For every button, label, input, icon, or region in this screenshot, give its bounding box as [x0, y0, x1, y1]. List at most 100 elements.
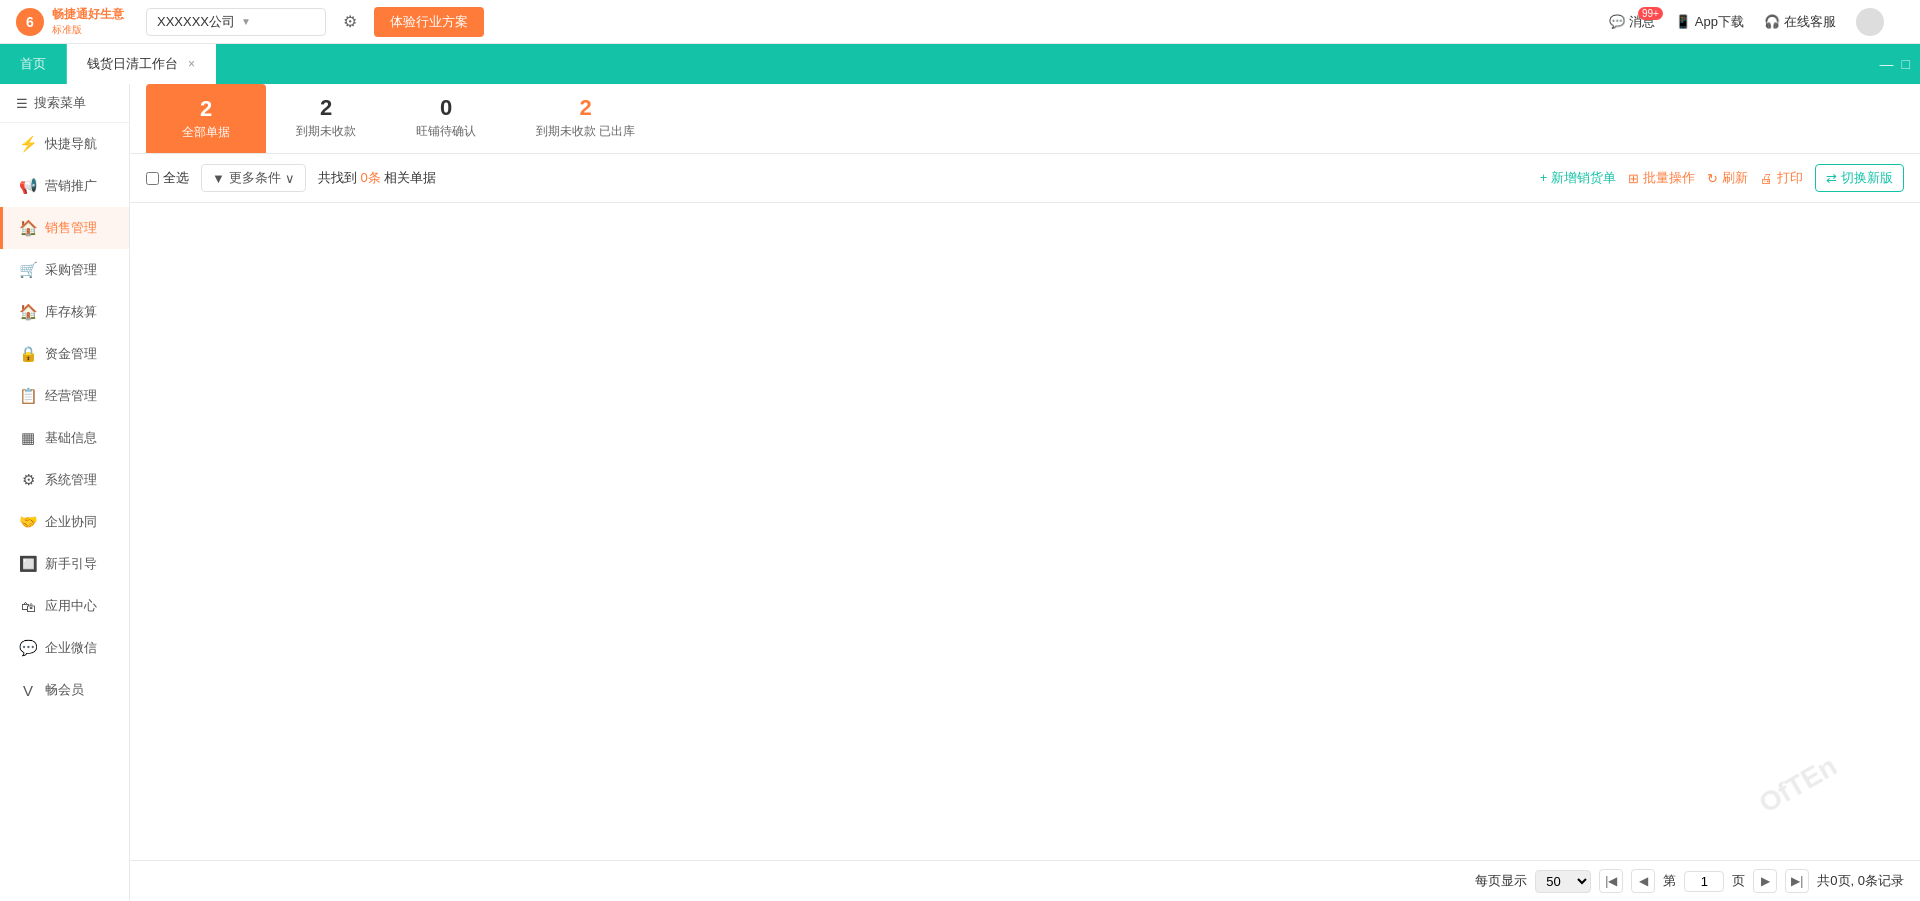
experience-btn[interactable]: 体验行业方案 [374, 7, 484, 37]
enterprise-icon: 🤝 [19, 513, 37, 531]
logo-title: 畅捷通好生意 [52, 6, 124, 23]
switch-label: 切换新版 [1841, 169, 1893, 187]
app-download-action[interactable]: 📱 App下载 [1675, 13, 1744, 31]
stat-unshipped-count: 2 [580, 95, 592, 121]
tab-active[interactable]: 钱货日清工作台 × [67, 44, 216, 84]
sidebar-item-operations[interactable]: 📋 经营管理 [0, 375, 129, 417]
wechat-icon: 💬 [19, 639, 37, 657]
system-label: 系统管理 [45, 471, 97, 489]
inventory-label: 库存核算 [45, 303, 97, 321]
select-all-label: 全选 [163, 169, 189, 187]
operations-label: 经营管理 [45, 387, 97, 405]
print-label: 打印 [1777, 169, 1803, 187]
marketing-icon: 📢 [19, 177, 37, 195]
stat-wangpu-count: 0 [440, 95, 452, 121]
fund-icon: 🔒 [19, 345, 37, 363]
online-service-action[interactable]: 🎧 在线客服 [1764, 13, 1836, 31]
select-all-checkbox[interactable]: 全选 [146, 169, 189, 187]
tab-minimize-btn[interactable]: — [1880, 56, 1894, 72]
tab-active-label: 钱货日清工作台 [87, 55, 178, 73]
next-page-btn[interactable]: ▶ [1753, 869, 1777, 893]
company-selector[interactable]: XXXXXX公司 ▼ [146, 8, 326, 36]
settings-button[interactable]: ⚙ [334, 6, 366, 38]
sidebar-item-quick-nav[interactable]: ⚡ 快捷导航 [0, 123, 129, 165]
enterprise-label: 企业协同 [45, 513, 97, 531]
search-icon: ☰ [16, 96, 28, 111]
print-btn[interactable]: 🖨 打印 [1760, 169, 1803, 187]
member-icon: V [19, 681, 37, 699]
tab-home[interactable]: 首页 [0, 44, 67, 84]
tab-close-icon[interactable]: × [188, 57, 195, 71]
table-area [130, 203, 1920, 860]
purchase-icon: 🛒 [19, 261, 37, 279]
top-header: 6 畅捷通好生意 标准版 XXXXXX公司 ▼ ⚙ 体验行业方案 💬 消息 99… [0, 0, 1920, 44]
app-center-icon: 🛍 [19, 597, 37, 615]
message-action[interactable]: 💬 消息 99+ [1609, 13, 1655, 31]
quick-nav-icon: ⚡ [19, 135, 37, 153]
sidebar-item-search[interactable]: ☰ 搜索菜单 [0, 84, 129, 123]
purchase-label: 采购管理 [45, 261, 97, 279]
stat-tab-all[interactable]: 2 全部单据 [146, 84, 266, 153]
user-avatar[interactable] [1856, 8, 1884, 36]
sidebar-item-member[interactable]: V 畅会员 [0, 669, 129, 711]
sales-icon: 🏠 [19, 219, 37, 237]
batch-op-btn[interactable]: ⊞ 批量操作 [1628, 169, 1695, 187]
sidebar-item-marketing[interactable]: 📢 营销推广 [0, 165, 129, 207]
fund-label: 资金管理 [45, 345, 97, 363]
stat-overdue-label: 到期未收款 [296, 123, 356, 140]
stat-all-count: 2 [200, 96, 212, 122]
toolbar: 全选 ▼ 更多条件 ∨ 共找到 0条 相关单据 + 新增销货单 ⊞ 批量操作 ↻ [130, 154, 1920, 203]
sidebar-item-app-center[interactable]: 🛍 应用中心 [0, 585, 129, 627]
stat-tab-overdue[interactable]: 2 到期未收款 [266, 84, 386, 153]
logo-text-block: 畅捷通好生意 标准版 [52, 6, 124, 37]
batch-label: 批量操作 [1643, 169, 1695, 187]
last-page-btn[interactable]: ▶| [1785, 869, 1809, 893]
sidebar-item-basics[interactable]: ▦ 基础信息 [0, 417, 129, 459]
message-icon: 💬 [1609, 14, 1625, 29]
sidebar-item-enterprise[interactable]: 🤝 企业协同 [0, 501, 129, 543]
sidebar-item-system[interactable]: ⚙ 系统管理 [0, 459, 129, 501]
sidebar-item-guide[interactable]: 🔲 新手引导 [0, 543, 129, 585]
page-label: 第 [1663, 872, 1676, 890]
company-name: XXXXXX公司 [157, 13, 235, 31]
message-badge: 99+ [1638, 7, 1663, 20]
member-label: 畅会员 [45, 681, 84, 699]
chevron-down-icon: ▼ [241, 16, 251, 27]
select-all-input[interactable] [146, 172, 159, 185]
online-service-icon: 🎧 [1764, 14, 1780, 29]
stat-tab-wangpu[interactable]: 0 旺铺待确认 [386, 84, 506, 153]
logo-badge: 标准版 [52, 23, 124, 37]
prev-page-btn[interactable]: ◀ [1631, 869, 1655, 893]
guide-label: 新手引导 [45, 555, 97, 573]
filter-icon: ▼ [212, 171, 225, 186]
filter-chevron-icon: ∨ [285, 171, 295, 186]
per-page-select[interactable]: 50 100 200 [1535, 870, 1591, 893]
operations-icon: 📋 [19, 387, 37, 405]
header-right: 💬 消息 99+ 📱 App下载 🎧 在线客服 [1609, 8, 1904, 36]
sidebar-item-purchase[interactable]: 🛒 采购管理 [0, 249, 129, 291]
tab-maximize-btn[interactable]: □ [1902, 56, 1910, 72]
found-suffix: 相关单据 [384, 170, 436, 185]
app-download-icon: 📱 [1675, 14, 1691, 29]
sidebar-item-fund[interactable]: 🔒 资金管理 [0, 333, 129, 375]
page-input[interactable] [1684, 871, 1724, 892]
found-prefix: 共找到 [318, 170, 357, 185]
guide-icon: 🔲 [19, 555, 37, 573]
refresh-btn[interactable]: ↻ 刷新 [1707, 169, 1748, 187]
filter-label: 更多条件 [229, 169, 281, 187]
app-center-label: 应用中心 [45, 597, 97, 615]
filter-btn[interactable]: ▼ 更多条件 ∨ [201, 164, 306, 192]
first-page-btn[interactable]: |◀ [1599, 869, 1623, 893]
print-icon: 🖨 [1760, 171, 1773, 186]
stat-tab-unshipped[interactable]: 2 到期未收款 已出库 [506, 84, 665, 153]
system-icon: ⚙ [19, 471, 37, 489]
add-order-btn[interactable]: + 新增销货单 [1540, 169, 1616, 187]
stat-wangpu-label: 旺铺待确认 [416, 123, 476, 140]
sidebar-item-wechat[interactable]: 💬 企业微信 [0, 627, 129, 669]
sidebar-item-sales[interactable]: 🏠 销售管理 [0, 207, 129, 249]
logo-area: 6 畅捷通好生意 标准版 [16, 6, 146, 37]
sidebar-item-inventory[interactable]: 🏠 库存核算 [0, 291, 129, 333]
pagination-bar: 每页显示 50 100 200 |◀ ◀ 第 页 ▶ ▶| 共0页, 0条记录 [130, 860, 1920, 901]
switch-version-btn[interactable]: ⇄ 切换新版 [1815, 164, 1904, 192]
quick-nav-label: 快捷导航 [45, 135, 97, 153]
